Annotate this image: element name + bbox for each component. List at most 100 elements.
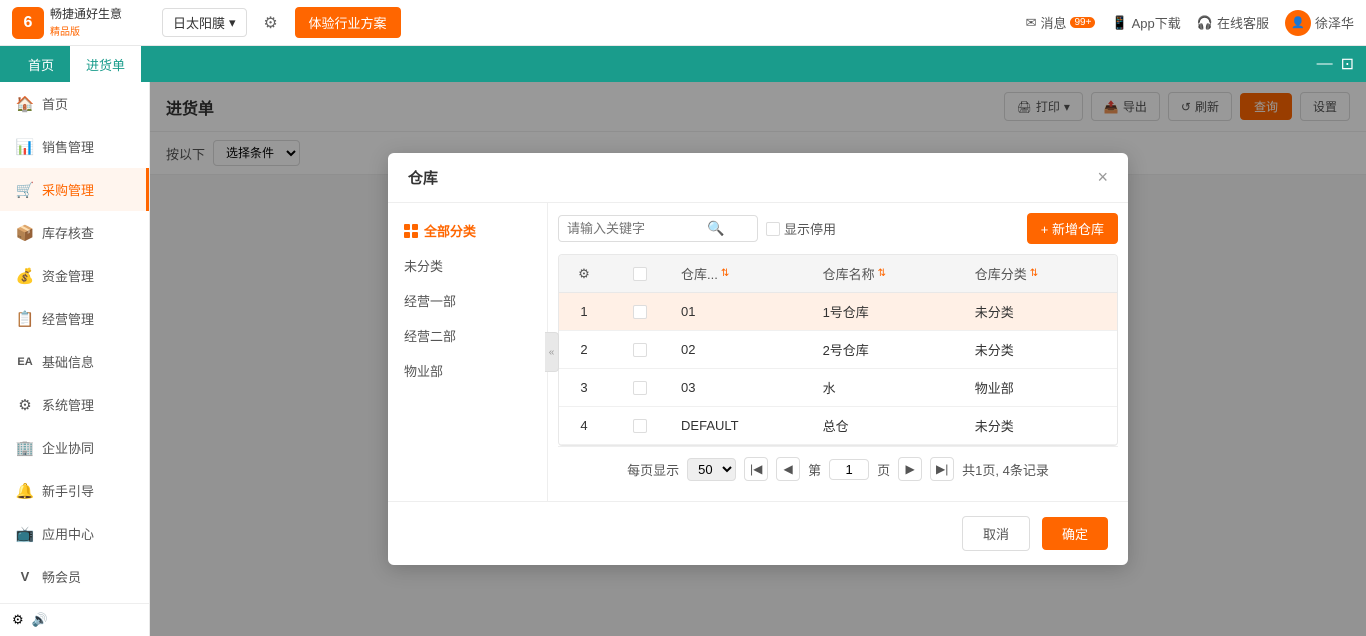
purchase-icon: 🛒 xyxy=(16,181,34,199)
sort-code-icon[interactable]: ⇅ xyxy=(721,268,729,279)
col-code: 仓库... ⇅ xyxy=(671,255,813,293)
tab-controls: — ⊡ xyxy=(1317,54,1354,74)
guide-icon: 🔔 xyxy=(16,482,34,500)
main-layout: 🏠 首页 📊 销售管理 🛒 采购管理 📦 库存核查 💰 资金管理 📋 经营管理 … xyxy=(0,82,1366,636)
collapse-button[interactable]: « xyxy=(545,332,559,372)
row-name: 2号仓库 xyxy=(813,331,965,369)
warehouse-modal: 仓库 × 全部分类 未分类 xyxy=(388,153,1128,565)
row-num: 1 xyxy=(559,293,609,331)
sidebar: 🏠 首页 📊 销售管理 🛒 采购管理 📦 库存核查 💰 资金管理 📋 经营管理 … xyxy=(0,82,150,636)
settings-bottom-icon[interactable]: ⚙ xyxy=(12,612,24,628)
sidebar-item-operations[interactable]: 📋 经营管理 xyxy=(0,297,149,340)
table-panel: 🔍 显示停用 + 新增仓库 xyxy=(548,203,1128,501)
next-page-button[interactable]: ▶ xyxy=(898,457,922,481)
maximize-button[interactable]: ⊡ xyxy=(1341,54,1354,74)
modal-close-button[interactable]: × xyxy=(1097,167,1108,188)
message-icon: ✉ xyxy=(1026,15,1037,31)
first-page-button[interactable]: |◀ xyxy=(744,457,768,481)
show-disabled-label[interactable]: 显示停用 xyxy=(766,219,836,238)
add-warehouse-button[interactable]: + 新增仓库 xyxy=(1027,213,1118,244)
logo-text: 畅捷通好生意 xyxy=(50,7,122,23)
row-checkbox[interactable] xyxy=(609,369,671,407)
trial-button[interactable]: 体验行业方案 xyxy=(295,7,401,38)
category-panel: 全部分类 未分类 经营一部 经营二部 物业部 xyxy=(388,203,548,501)
tab-home[interactable]: 首页 xyxy=(12,46,70,82)
logo-badge: 精品版 xyxy=(50,23,122,38)
cancel-button[interactable]: 取消 xyxy=(962,516,1030,551)
col-name: 仓库名称 ⇅ xyxy=(813,255,965,293)
app-center-icon: 📺 xyxy=(16,525,34,543)
row-category: 物业部 xyxy=(965,369,1117,407)
sidebar-item-basic-info[interactable]: EA 基础信息 xyxy=(0,340,149,383)
table-row[interactable]: 4 DEFAULT 总仓 未分类 xyxy=(559,407,1117,445)
row-code: 02 xyxy=(671,331,813,369)
logo-area: 6 畅捷通好生意 精品版 xyxy=(12,7,162,39)
service-btn[interactable]: 🎧 在线客服 xyxy=(1197,13,1269,32)
sidebar-item-system[interactable]: ⚙ 系统管理 xyxy=(0,383,149,426)
message-btn[interactable]: ✉ 消息 99+ xyxy=(1026,13,1096,32)
page-number-input[interactable] xyxy=(829,459,869,480)
app-download-btn[interactable]: 📱 App下载 xyxy=(1111,13,1180,32)
sidebar-item-app-center[interactable]: 📺 应用中心 xyxy=(0,512,149,555)
system-icon: ⚙ xyxy=(16,396,34,414)
category-dept1[interactable]: 经营一部 xyxy=(388,283,547,318)
mobile-icon: 📱 xyxy=(1111,15,1127,31)
modal-title: 仓库 xyxy=(408,167,438,188)
search-icon[interactable]: 🔍 xyxy=(707,220,724,237)
sidebar-item-member[interactable]: V 畅会员 xyxy=(0,555,149,598)
row-name: 1号仓库 xyxy=(813,293,965,331)
sort-cat-icon[interactable]: ⇅ xyxy=(1030,268,1038,279)
member-icon: V xyxy=(16,568,34,586)
prev-page-button[interactable]: ◀ xyxy=(776,457,800,481)
volume-icon[interactable]: 🔊 xyxy=(32,612,48,628)
sidebar-item-guide[interactable]: 🔔 新手引导 xyxy=(0,469,149,512)
avatar: 👤 xyxy=(1285,10,1311,36)
sidebar-item-finance[interactable]: 💰 资金管理 xyxy=(0,254,149,297)
last-page-button[interactable]: ▶| xyxy=(930,457,954,481)
modal-header: 仓库 × xyxy=(388,153,1128,203)
grid-icon xyxy=(404,224,418,238)
row-category: 未分类 xyxy=(965,407,1117,445)
page-size-select[interactable]: 50 xyxy=(687,458,736,481)
tab-purchase[interactable]: 进货单 xyxy=(70,46,141,82)
col-checkbox[interactable] xyxy=(609,255,671,293)
sidebar-item-sales[interactable]: 📊 销售管理 xyxy=(0,125,149,168)
row-code: 03 xyxy=(671,369,813,407)
category-unclassified[interactable]: 未分类 xyxy=(388,248,547,283)
category-dept2[interactable]: 经营二部 xyxy=(388,318,547,353)
show-disabled-checkbox[interactable] xyxy=(766,222,780,236)
confirm-button[interactable]: 确定 xyxy=(1042,517,1108,550)
table-row[interactable]: 1 01 1号仓库 未分类 xyxy=(559,293,1117,331)
row-category: 未分类 xyxy=(965,331,1117,369)
category-property[interactable]: 物业部 xyxy=(388,353,547,388)
sidebar-item-home[interactable]: 🏠 首页 xyxy=(0,82,149,125)
row-checkbox[interactable] xyxy=(609,331,671,369)
row-name: 总仓 xyxy=(813,407,965,445)
sales-icon: 📊 xyxy=(16,138,34,156)
store-selector[interactable]: 日太阳膜 ▾ xyxy=(162,8,247,37)
search-box: 🔍 xyxy=(558,215,758,242)
home-icon: 🏠 xyxy=(16,95,34,113)
settings-icon[interactable]: ⚙ xyxy=(255,7,287,39)
user-menu[interactable]: 👤 徐泽华 xyxy=(1285,10,1354,36)
finance-icon: 💰 xyxy=(16,267,34,285)
sidebar-item-enterprise[interactable]: 🏢 企业协同 xyxy=(0,426,149,469)
sidebar-item-inventory[interactable]: 📦 库存核查 xyxy=(0,211,149,254)
minimize-button[interactable]: — xyxy=(1317,55,1333,73)
header-right: ✉ 消息 99+ 📱 App下载 🎧 在线客服 👤 徐泽华 xyxy=(1026,10,1354,36)
modal-overlay: 仓库 × 全部分类 未分类 xyxy=(150,82,1366,636)
sort-name-icon[interactable]: ⇅ xyxy=(878,268,886,279)
row-code: 01 xyxy=(671,293,813,331)
search-input[interactable] xyxy=(567,221,707,236)
header-mid: ⚙ 体验行业方案 xyxy=(255,7,401,39)
category-all[interactable]: 全部分类 xyxy=(388,213,547,248)
row-checkbox[interactable] xyxy=(609,293,671,331)
table-row[interactable]: 3 03 水 物业部 xyxy=(559,369,1117,407)
basic-info-icon: EA xyxy=(16,353,34,371)
headset-icon: 🎧 xyxy=(1197,15,1213,31)
row-checkbox[interactable] xyxy=(609,407,671,445)
pagination: 每页显示 50 |◀ ◀ 第 页 ▶ ▶| 共1页, 4条记录 xyxy=(558,446,1118,491)
sidebar-item-purchase[interactable]: 🛒 采购管理 xyxy=(0,168,149,211)
col-gear[interactable]: ⚙ xyxy=(559,255,609,293)
table-row[interactable]: 2 02 2号仓库 未分类 xyxy=(559,331,1117,369)
